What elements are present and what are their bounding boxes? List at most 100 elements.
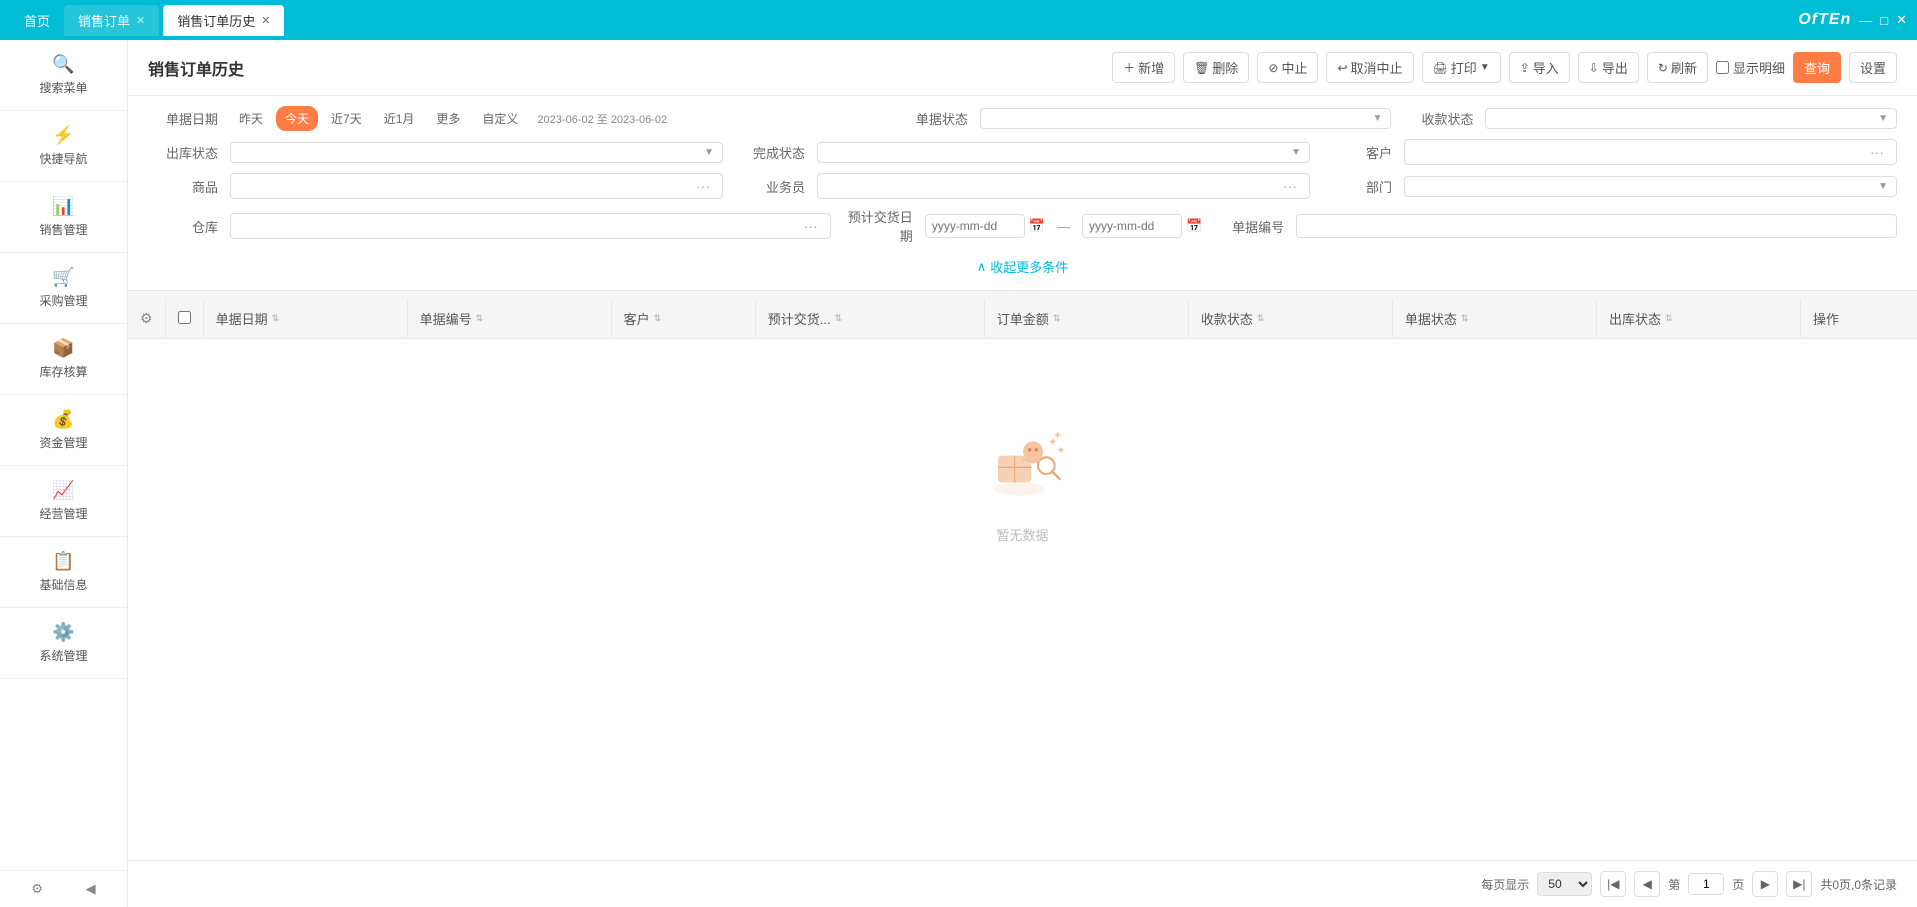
delete-button[interactable]: 🗑 删除 — [1183, 52, 1249, 83]
pagination-bar: 每页显示 50 10 20 100 |◀ ◀ 第 页 ▶ ▶| 共0页,0条记录 — [128, 860, 1917, 907]
window-maximize[interactable]: □ — [1880, 13, 1888, 28]
date-chip-custom[interactable]: 自定义 — [473, 106, 527, 131]
export-button[interactable]: ⇩ 导出 — [1578, 52, 1639, 83]
page-size-select[interactable]: 50 10 20 100 — [1537, 872, 1592, 896]
empty-illustration: ✦ ✦ ✦ — [973, 419, 1073, 509]
th-customer[interactable]: 客户 ⇅ — [611, 299, 755, 339]
refresh-button[interactable]: ↻ 刷新 — [1647, 52, 1708, 83]
toolbar: ＋ 新增 🗑 删除 ⊘ 中止 ↩ 取消中止 — [1112, 52, 1897, 83]
date-chip-more[interactable]: 更多 — [427, 106, 469, 131]
page-next-button[interactable]: ▶ — [1752, 871, 1778, 897]
delivery-date-to-group: 📅 — [1082, 214, 1202, 238]
sort-date-icon: ⇅ — [272, 313, 280, 324]
sidebar-item-inventory[interactable]: 📦 库存核算 — [0, 324, 127, 395]
content-area: 销售订单历史 ＋ 新增 🗑 删除 ⊘ 中止 ↩ — [128, 40, 1917, 907]
date-chip-today[interactable]: 今天 — [276, 106, 318, 131]
warehouse-dots[interactable]: ··· — [800, 218, 822, 234]
product-dots[interactable]: ··· — [692, 178, 714, 194]
import-icon: ⇪ — [1520, 61, 1530, 75]
bill-status-select[interactable]: ▼ — [980, 108, 1392, 129]
window-minimize[interactable]: — — [1859, 13, 1872, 28]
sidebar-settings-icon[interactable]: ⚙ — [31, 881, 43, 897]
table-settings-icon[interactable]: ⚙ — [140, 310, 153, 326]
page-prev-button[interactable]: ◀ — [1634, 871, 1660, 897]
refresh-icon: ↻ — [1658, 61, 1668, 75]
sidebar-label-quick-nav: 快捷导航 — [39, 150, 87, 167]
tab-sales-order[interactable]: 销售订单 ✕ — [64, 5, 159, 36]
sort-no-icon: ⇅ — [476, 313, 484, 324]
import-button[interactable]: ⇪ 导入 — [1509, 52, 1570, 83]
page-first-button[interactable]: |◀ — [1600, 871, 1626, 897]
product-select[interactable]: ··· — [230, 173, 723, 199]
delivery-cal-to-icon[interactable]: 📅 — [1186, 218, 1202, 234]
window-close[interactable]: ✕ — [1896, 12, 1907, 28]
date-chip-yesterday[interactable]: 昨天 — [230, 106, 272, 131]
sidebar-item-sys-mgmt[interactable]: ⚙️ 系统管理 — [0, 608, 127, 679]
customer-dots[interactable]: ··· — [1866, 144, 1888, 160]
salesperson-select[interactable]: ··· — [817, 173, 1310, 199]
cancel-stop-button[interactable]: ↩ 取消中止 — [1326, 52, 1413, 83]
sidebar-label-sales-mgmt: 销售管理 — [39, 221, 87, 238]
sidebar-item-base-info[interactable]: 📋 基础信息 — [0, 537, 127, 608]
delivery-date-to[interactable] — [1082, 214, 1182, 238]
sidebar-item-purchase-mgmt[interactable]: 🛒 采购管理 — [0, 253, 127, 324]
th-settings[interactable]: ⚙ — [128, 299, 165, 339]
department-select[interactable]: ▼ — [1404, 176, 1897, 197]
warehouse-select[interactable]: ··· — [230, 213, 831, 239]
new-icon: ＋ — [1123, 59, 1135, 76]
salesperson-label: 业务员 — [735, 177, 805, 196]
th-date[interactable]: 单据日期 ⇅ — [203, 299, 407, 339]
delivery-date-from[interactable] — [925, 214, 1025, 238]
sidebar-item-finance[interactable]: 💰 资金管理 — [0, 395, 127, 466]
customer-select[interactable]: ··· — [1404, 139, 1897, 165]
order-no-label: 单据编号 — [1214, 217, 1284, 236]
sidebar-collapse-icon[interactable]: ◀ — [86, 881, 96, 897]
outbound-status-chevron: ▼ — [704, 147, 714, 158]
date-chip-1month[interactable]: 近1月 — [375, 106, 424, 131]
sort-amount-icon: ⇅ — [1053, 313, 1061, 324]
th-delivery[interactable]: 预计交货... ⇅ — [755, 299, 984, 339]
page-number-input[interactable] — [1688, 873, 1724, 895]
quick-nav-icon: ⚡ — [52, 125, 74, 146]
th-action: 操作 — [1800, 299, 1917, 339]
show-detail-checkbox[interactable] — [1716, 61, 1729, 74]
th-outbound-status[interactable]: 出库状态 ⇅ — [1596, 299, 1800, 339]
tab-sales-order-history[interactable]: 销售订单历史 ✕ — [163, 5, 284, 36]
order-no-input[interactable] — [1296, 214, 1897, 238]
sidebar-label-sys-mgmt: 系统管理 — [39, 647, 87, 664]
outbound-status-label: 出库状态 — [148, 143, 218, 162]
complete-status-select[interactable]: ▼ — [817, 142, 1310, 163]
stop-icon: ⊘ — [1268, 61, 1278, 75]
date-chip-7days[interactable]: 近7天 — [322, 106, 371, 131]
delivery-cal-from-icon[interactable]: 📅 — [1029, 218, 1045, 234]
th-no[interactable]: 单据编号 ⇅ — [407, 299, 611, 339]
department-chevron: ▼ — [1878, 181, 1888, 192]
salesperson-dots[interactable]: ··· — [1279, 178, 1301, 194]
new-button[interactable]: ＋ 新增 — [1112, 52, 1175, 83]
th-order-status[interactable]: 单据状态 ⇅ — [1392, 299, 1596, 339]
tab-home[interactable]: 首页 — [10, 5, 64, 36]
th-amount[interactable]: 订单金额 ⇅ — [984, 299, 1188, 339]
show-detail-checkbox-label[interactable]: 显示明细 — [1716, 58, 1785, 77]
collapse-button[interactable]: ∧ 收起更多条件 — [148, 253, 1897, 280]
th-receipt-status[interactable]: 收款状态 ⇅ — [1188, 299, 1392, 339]
settings-button[interactable]: 设置 — [1849, 52, 1897, 83]
tab-sales-order-close[interactable]: ✕ — [136, 14, 145, 27]
stop-button[interactable]: ⊘ 中止 — [1257, 52, 1318, 83]
tab-sales-order-history-close[interactable]: ✕ — [261, 14, 270, 27]
sidebar-item-operations[interactable]: 📈 经营管理 — [0, 466, 127, 537]
page-last-button[interactable]: ▶| — [1786, 871, 1812, 897]
sidebar-item-search-menu[interactable]: 🔍 搜索菜单 — [0, 40, 127, 111]
print-button[interactable]: 🖨 打印 ▼ — [1422, 52, 1501, 83]
page-title-row: 销售订单历史 ＋ 新增 🗑 删除 ⊘ 中止 ↩ — [148, 52, 1897, 83]
page-header: 销售订单历史 ＋ 新增 🗑 删除 ⊘ 中止 ↩ — [128, 40, 1917, 96]
outbound-status-select[interactable]: ▼ — [230, 142, 723, 163]
th-checkbox[interactable] — [165, 299, 203, 339]
select-all-checkbox[interactable] — [178, 311, 191, 324]
divider — [128, 291, 1917, 299]
page-size-label: 每页显示 — [1481, 876, 1529, 893]
sidebar-item-quick-nav[interactable]: ⚡ 快捷导航 — [0, 111, 127, 182]
sidebar-item-sales-mgmt[interactable]: 📊 销售管理 — [0, 182, 127, 253]
receipt-status-select[interactable]: ▼ — [1485, 108, 1897, 129]
query-button[interactable]: 查询 — [1793, 52, 1841, 83]
